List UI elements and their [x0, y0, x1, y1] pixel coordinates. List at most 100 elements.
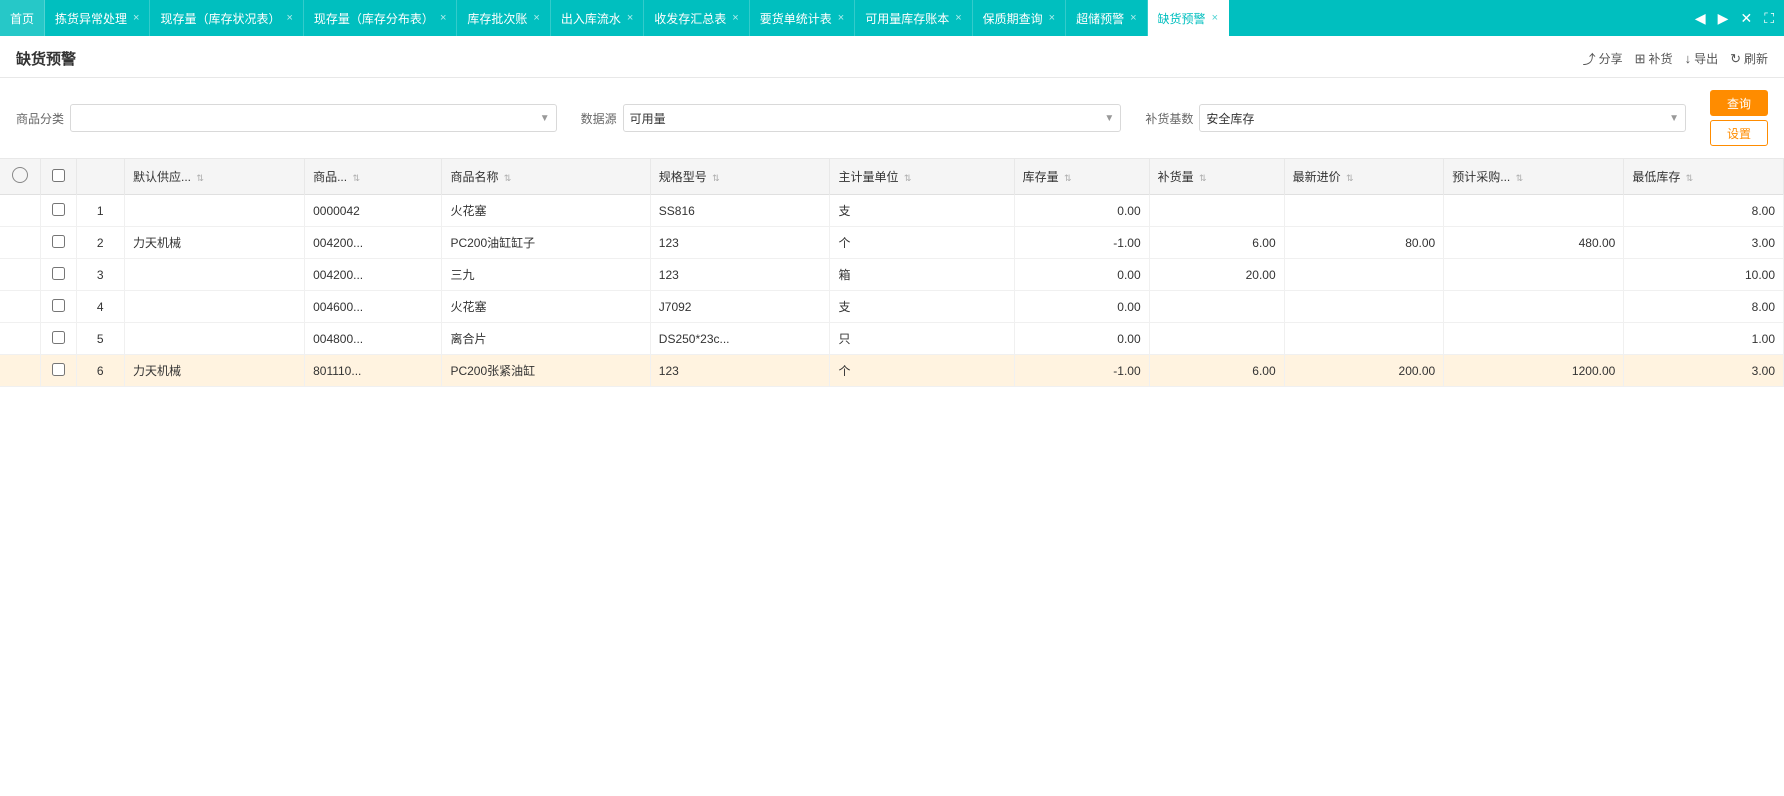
tab-current-stock-dist[interactable]: 现存量（库存分布表） ×: [304, 0, 457, 36]
category-select[interactable]: ▼: [70, 104, 557, 132]
row-checkbox-1[interactable]: [52, 235, 65, 248]
table-row: 2 力天机械 004200... PC200油缸缸子 123 个 -1.00 6…: [0, 227, 1784, 259]
nav-close-button[interactable]: ✕: [1734, 0, 1758, 36]
table-row: 1 0000042 火花塞 SS816 支 0.00 8.00: [0, 195, 1784, 227]
close-tab-stock-dist[interactable]: ×: [440, 12, 446, 24]
replenish-base-arrow: ▼: [1669, 113, 1679, 124]
th-stock: 库存量 ⇅: [1014, 159, 1149, 195]
tab-overstock-warning[interactable]: 超储预警 ×: [1066, 0, 1147, 36]
sort-price-icon[interactable]: ⇅: [1346, 173, 1354, 184]
share-icon: ⤴: [1583, 49, 1596, 68]
row-min-stock: 3.00: [1624, 355, 1784, 387]
row-est-purchase: 480.00: [1444, 227, 1624, 259]
data-table: 默认供应... ⇅ 商品... ⇅ 商品名称 ⇅ 规格型号 ⇅: [0, 159, 1784, 387]
close-tab-picking[interactable]: ×: [133, 12, 139, 24]
query-button[interactable]: 查询: [1710, 90, 1768, 116]
tab-inout-flow[interactable]: 出入库流水 ×: [551, 0, 644, 36]
row-checkbox-3[interactable]: [52, 299, 65, 312]
row-replenish: [1149, 323, 1284, 355]
row-unit: 箱: [830, 259, 1014, 291]
tab-current-stock-status[interactable]: 现存量（库存状况表） ×: [150, 0, 303, 36]
row-spec: 123: [650, 227, 830, 259]
row-replenish: 6.00: [1149, 227, 1284, 259]
sort-name-icon[interactable]: ⇅: [504, 173, 512, 184]
row-spec: SS816: [650, 195, 830, 227]
row-stock: 0.00: [1014, 195, 1149, 227]
sort-min-icon[interactable]: ⇅: [1686, 173, 1694, 184]
row-index: 1: [76, 195, 125, 227]
sort-supplier-icon[interactable]: ⇅: [196, 173, 204, 184]
tab-batch-account[interactable]: 库存批次账 ×: [457, 0, 550, 36]
row-goods-code: 801110...: [305, 355, 442, 387]
select-all-checkbox[interactable]: [52, 169, 65, 182]
row-checkbox-2[interactable]: [52, 267, 65, 280]
row-supplier: [125, 323, 305, 355]
row-check: [40, 227, 76, 259]
replenish-icon: ⊞: [1635, 51, 1646, 67]
row-replenish: 20.00: [1149, 259, 1284, 291]
sort-replenish-icon[interactable]: ⇅: [1199, 173, 1207, 184]
close-tab-receipt[interactable]: ×: [732, 12, 738, 24]
th-gear: [0, 159, 40, 195]
topbar-nav: ◀ ▶ ✕ ⛶: [1689, 0, 1784, 36]
row-unit: 个: [830, 355, 1014, 387]
header-actions: ⤴ 分享 ⊞ 补货 ↓ 导出 ↻ 刷新: [1583, 49, 1768, 68]
close-tab-batch[interactable]: ×: [533, 12, 539, 24]
filter-category: 商品分类 ▼: [16, 104, 557, 132]
row-check: [40, 259, 76, 291]
gear-settings-icon[interactable]: [12, 167, 28, 183]
row-stock: 0.00: [1014, 323, 1149, 355]
close-tab-inout[interactable]: ×: [627, 12, 633, 24]
row-replenish: 6.00: [1149, 355, 1284, 387]
refresh-button[interactable]: ↻ 刷新: [1730, 50, 1768, 67]
row-gear: [0, 291, 40, 323]
th-goods-name: 商品名称 ⇅: [442, 159, 650, 195]
row-checkbox-4[interactable]: [52, 331, 65, 344]
row-unit: 支: [830, 195, 1014, 227]
sort-stock-icon[interactable]: ⇅: [1064, 173, 1072, 184]
sort-unit-icon[interactable]: ⇅: [904, 173, 912, 184]
close-tab-shortage[interactable]: ×: [1212, 12, 1218, 24]
share-button[interactable]: ⤴ 分享: [1583, 49, 1623, 68]
sort-code-icon[interactable]: ⇅: [352, 173, 360, 184]
nav-next-button[interactable]: ▶: [1712, 0, 1735, 36]
table-row: 5 004800... 离合片 DS250*23c... 只 0.00 1.00: [0, 323, 1784, 355]
row-latest-price: [1284, 195, 1444, 227]
th-spec: 规格型号 ⇅: [650, 159, 830, 195]
close-tab-overstock[interactable]: ×: [1130, 12, 1136, 24]
datasource-select[interactable]: 可用量 ▼: [623, 104, 1122, 132]
row-est-purchase: [1444, 259, 1624, 291]
row-goods-name: 火花塞: [442, 195, 650, 227]
sort-est-icon[interactable]: ⇅: [1516, 173, 1524, 184]
settings-button[interactable]: 设置: [1710, 120, 1768, 146]
tab-expiry-query[interactable]: 保质期查询 ×: [973, 0, 1066, 36]
tab-shortage-warning[interactable]: 缺货预警 ×: [1148, 0, 1229, 36]
row-goods-code: 004200...: [305, 227, 442, 259]
tab-home[interactable]: 首页: [0, 0, 45, 36]
nav-fullscreen-button[interactable]: ⛶: [1758, 0, 1780, 36]
row-unit: 支: [830, 291, 1014, 323]
row-goods-name: 火花塞: [442, 291, 650, 323]
row-goods-name: 离合片: [442, 323, 650, 355]
close-tab-order[interactable]: ×: [838, 12, 844, 24]
replenish-button[interactable]: ⊞ 补货: [1635, 50, 1673, 67]
row-checkbox-0[interactable]: [52, 203, 65, 216]
close-tab-available[interactable]: ×: [955, 12, 961, 24]
row-est-purchase: 1200.00: [1444, 355, 1624, 387]
close-tab-expiry[interactable]: ×: [1049, 12, 1055, 24]
close-tab-stock-status[interactable]: ×: [286, 12, 292, 24]
row-min-stock: 1.00: [1624, 323, 1784, 355]
tab-picking-exception[interactable]: 拣货异常处理 ×: [45, 0, 150, 36]
th-goods-code: 商品... ⇅: [305, 159, 442, 195]
tab-receipt-summary[interactable]: 收发存汇总表 ×: [644, 0, 749, 36]
nav-prev-button[interactable]: ◀: [1689, 0, 1712, 36]
sort-spec-icon[interactable]: ⇅: [712, 173, 720, 184]
datasource-arrow: ▼: [1104, 113, 1114, 124]
replenish-base-select[interactable]: 安全库存 ▼: [1199, 104, 1686, 132]
tab-order-stats[interactable]: 要货单统计表 ×: [750, 0, 855, 36]
tab-available-account[interactable]: 可用量库存账本 ×: [855, 0, 972, 36]
export-button[interactable]: ↓ 导出: [1685, 50, 1719, 67]
row-min-stock: 8.00: [1624, 291, 1784, 323]
row-replenish: [1149, 195, 1284, 227]
row-checkbox-5[interactable]: [52, 363, 65, 376]
